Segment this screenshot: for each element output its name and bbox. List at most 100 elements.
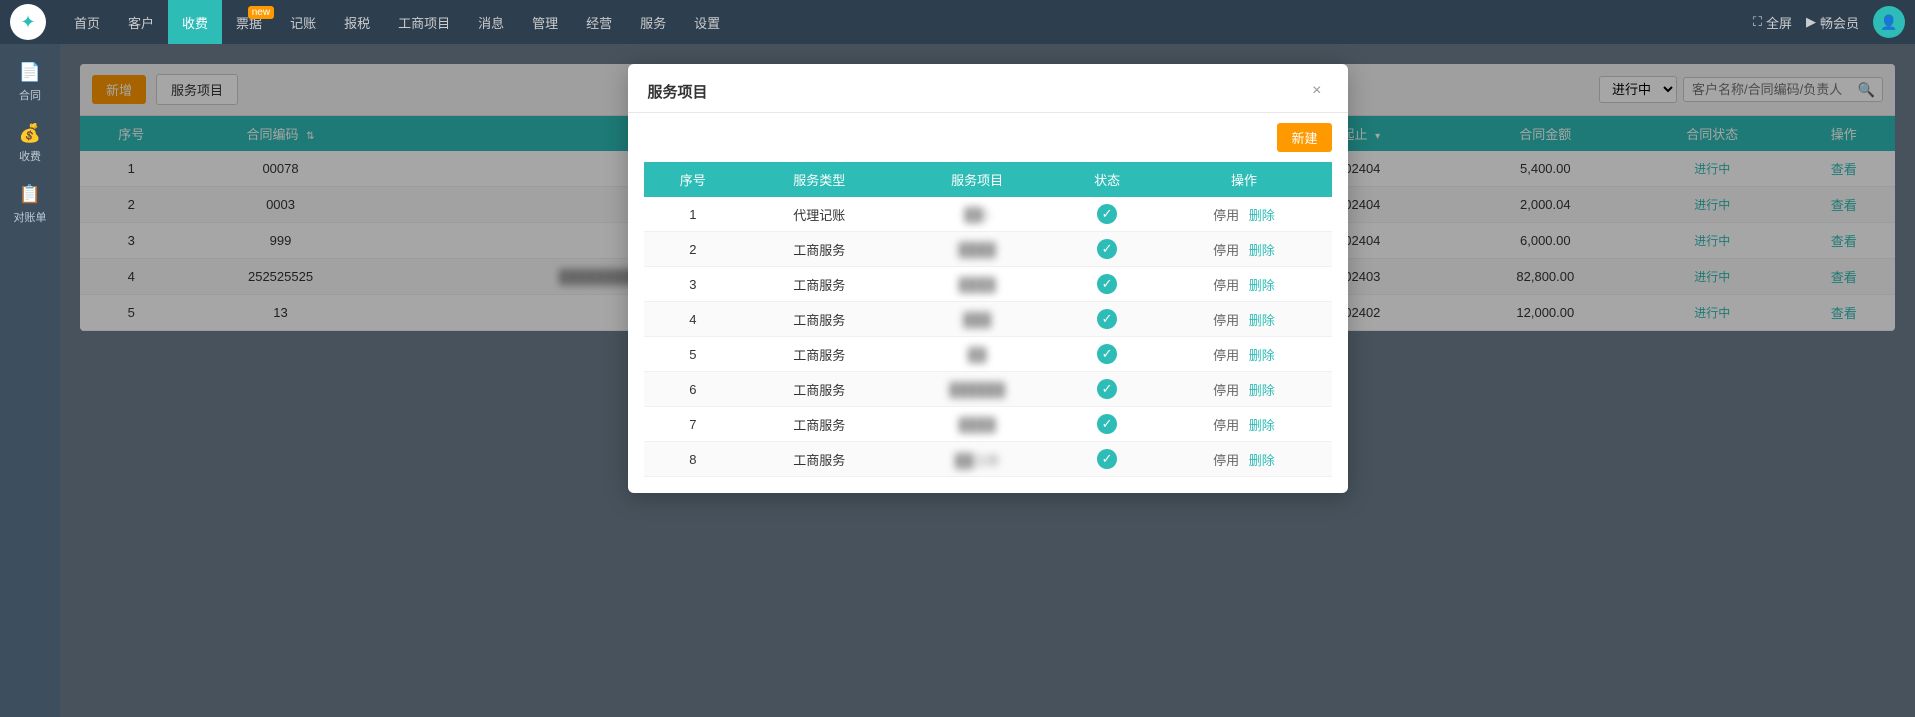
- stop-btn[interactable]: 停用: [1213, 348, 1239, 363]
- nav-manage[interactable]: 管理: [518, 0, 572, 44]
- sidebar: 📄 合同 💰 收费 📋 对账单: [0, 44, 60, 717]
- table-row: 4 工商服务 ███ ✓ 停用 删除: [644, 302, 1332, 337]
- nav-invoice[interactable]: 票据 new: [222, 0, 276, 44]
- stop-btn[interactable]: 停用: [1213, 243, 1239, 258]
- nav-settings[interactable]: 设置: [680, 0, 734, 44]
- nav-customer[interactable]: 客户: [114, 0, 168, 44]
- status-check-icon: ✓: [1097, 449, 1117, 469]
- delete-btn[interactable]: 删除: [1249, 208, 1275, 223]
- top-nav: ✦ 首页 客户 收费 票据 new 记账 报税 工商项目 消息 管理 经营 服务…: [0, 0, 1915, 44]
- modal-table: 序号 服务类型 服务项目 状态 操作 1 代理记账 ██1 ✓ 停用 删除 2 …: [644, 162, 1332, 477]
- delete-btn[interactable]: 删除: [1249, 453, 1275, 468]
- modal-cell-status: ✓: [1058, 442, 1157, 477]
- delete-btn[interactable]: 删除: [1249, 313, 1275, 328]
- delete-btn[interactable]: 删除: [1249, 348, 1275, 363]
- modal-cell-actions: 停用 删除: [1156, 302, 1331, 337]
- modal-cell-actions: 停用 删除: [1156, 407, 1331, 442]
- delete-btn[interactable]: 删除: [1249, 418, 1275, 433]
- modal-cell-seq: 6: [644, 372, 743, 407]
- modal-new-btn[interactable]: 新建: [1277, 123, 1331, 152]
- table-row: 1 代理记账 ██1 ✓ 停用 删除: [644, 197, 1332, 232]
- delete-btn[interactable]: 删除: [1249, 243, 1275, 258]
- modal-cell-status: ✓: [1058, 337, 1157, 372]
- nav-service[interactable]: 服务: [626, 0, 680, 44]
- delete-btn[interactable]: 删除: [1249, 383, 1275, 398]
- modal-cell-actions: 停用 删除: [1156, 232, 1331, 267]
- sidebar-item-fee[interactable]: 💰 收费: [3, 115, 57, 172]
- stop-btn[interactable]: 停用: [1213, 453, 1239, 468]
- modal-header: 服务项目 ×: [628, 64, 1348, 113]
- nav-fee[interactable]: 收费: [168, 0, 222, 44]
- nav-operation[interactable]: 经营: [572, 0, 626, 44]
- modal-cell-actions: 停用 删除: [1156, 197, 1331, 232]
- modal-cell-actions: 停用 删除: [1156, 442, 1331, 477]
- stop-btn[interactable]: 停用: [1213, 418, 1239, 433]
- nav-home[interactable]: 首页: [60, 0, 114, 44]
- modal-title: 服务项目: [648, 81, 708, 102]
- stop-btn[interactable]: 停用: [1213, 278, 1239, 293]
- app-logo: ✦: [10, 4, 46, 40]
- modal-cell-seq: 4: [644, 302, 743, 337]
- modal-cell-seq: 3: [644, 267, 743, 302]
- status-check-icon: ✓: [1097, 239, 1117, 259]
- stop-btn[interactable]: 停用: [1213, 383, 1239, 398]
- stop-btn[interactable]: 停用: [1213, 313, 1239, 328]
- table-row: 8 工商服务 ██注册 ✓ 停用 删除: [644, 442, 1332, 477]
- modal-col-type: 服务类型: [742, 162, 896, 197]
- modal-cell-item: ██1: [896, 197, 1057, 232]
- delete-btn[interactable]: 删除: [1249, 278, 1275, 293]
- modal-cell-type: 工商服务: [742, 232, 896, 267]
- modal-cell-item: ████: [896, 407, 1057, 442]
- modal-cell-type: 工商服务: [742, 442, 896, 477]
- stop-btn[interactable]: 停用: [1213, 208, 1239, 223]
- fullscreen-btn[interactable]: ⛶ 全屏: [1753, 13, 1792, 32]
- modal-cell-status: ✓: [1058, 232, 1157, 267]
- nav-items: 首页 客户 收费 票据 new 记账 报税 工商项目 消息 管理 经营 服务 设…: [60, 0, 1753, 44]
- modal-cell-seq: 5: [644, 337, 743, 372]
- modal-cell-item: ████: [896, 267, 1057, 302]
- modal-cell-seq: 8: [644, 442, 743, 477]
- nav-tax[interactable]: 报税: [330, 0, 384, 44]
- status-check-icon: ✓: [1097, 204, 1117, 224]
- modal-close-btn[interactable]: ×: [1306, 80, 1327, 102]
- main-content: 新增 服务项目 进行中 全部 已终止 🔍 序: [60, 44, 1915, 717]
- table-row: 5 工商服务 ██ ✓ 停用 删除: [644, 337, 1332, 372]
- modal-col-status: 状态: [1058, 162, 1157, 197]
- modal-col-seq: 序号: [644, 162, 743, 197]
- table-row: 2 工商服务 ████ ✓ 停用 删除: [644, 232, 1332, 267]
- modal-cell-type: 代理记账: [742, 197, 896, 232]
- reconcile-icon: 📋: [19, 184, 41, 205]
- nav-message[interactable]: 消息: [464, 0, 518, 44]
- status-check-icon: ✓: [1097, 309, 1117, 329]
- contract-icon: 📄: [19, 62, 41, 83]
- modal-overlay[interactable]: 服务项目 × 新建 序号 服务类型 服务项目 状态: [60, 44, 1915, 717]
- status-check-icon: ✓: [1097, 379, 1117, 399]
- nav-bookkeeping[interactable]: 记账: [276, 0, 330, 44]
- modal-cell-status: ✓: [1058, 267, 1157, 302]
- modal-cell-status: ✓: [1058, 407, 1157, 442]
- modal-service-items: 服务项目 × 新建 序号 服务类型 服务项目 状态: [628, 64, 1348, 493]
- nav-business[interactable]: 工商项目: [384, 0, 464, 44]
- sidebar-item-reconcile[interactable]: 📋 对账单: [3, 176, 57, 233]
- modal-col-item: 服务项目: [896, 162, 1057, 197]
- table-row: 6 工商服务 ██████ ✓ 停用 删除: [644, 372, 1332, 407]
- sidebar-item-contract[interactable]: 📄 合同: [3, 54, 57, 111]
- member-btn[interactable]: ▶ 畅会员: [1806, 13, 1859, 32]
- right-tools: ⛶ 全屏 ▶ 畅会员 👤: [1753, 6, 1905, 38]
- modal-cell-status: ✓: [1058, 197, 1157, 232]
- avatar[interactable]: 👤: [1873, 6, 1905, 38]
- fee-icon: 💰: [19, 123, 41, 144]
- status-check-icon: ✓: [1097, 274, 1117, 294]
- new-badge: new: [248, 6, 274, 19]
- modal-cell-seq: 2: [644, 232, 743, 267]
- modal-cell-actions: 停用 删除: [1156, 337, 1331, 372]
- table-row: 3 工商服务 ████ ✓ 停用 删除: [644, 267, 1332, 302]
- modal-cell-type: 工商服务: [742, 267, 896, 302]
- modal-cell-item: ██████: [896, 372, 1057, 407]
- modal-toolbar: 新建: [628, 113, 1348, 162]
- modal-cell-type: 工商服务: [742, 302, 896, 337]
- modal-cell-type: 工商服务: [742, 407, 896, 442]
- modal-cell-status: ✓: [1058, 372, 1157, 407]
- modal-cell-actions: 停用 删除: [1156, 267, 1331, 302]
- modal-cell-item: ██: [896, 337, 1057, 372]
